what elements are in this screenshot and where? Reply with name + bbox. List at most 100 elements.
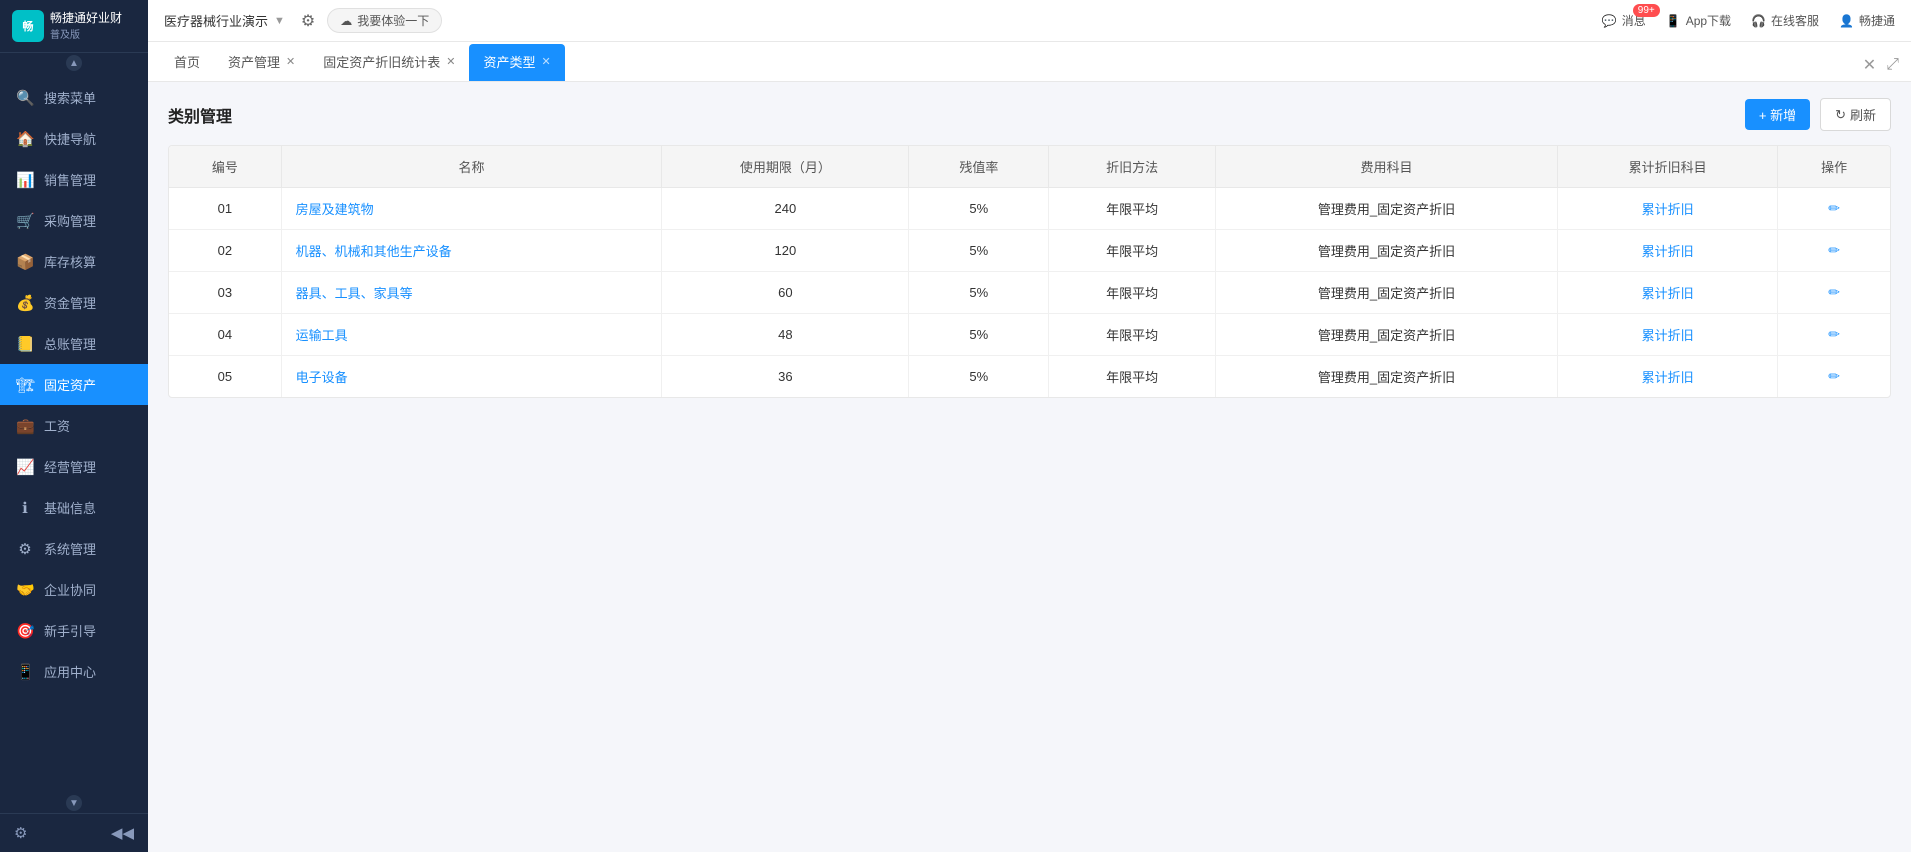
enterprise-label: 企业协同: [44, 580, 96, 599]
cell-name[interactable]: 机器、机械和其他生产设备: [281, 230, 662, 272]
company-dropdown-arrow: ▼: [274, 15, 285, 27]
message-action[interactable]: 💬 消息 99+: [1602, 12, 1646, 29]
cell-operation[interactable]: ✏: [1778, 314, 1890, 356]
trial-button[interactable]: ☁ 我要体验一下: [327, 8, 442, 33]
cell-operation[interactable]: ✏: [1778, 272, 1890, 314]
sidebar-item-system[interactable]: ⚙ 系统管理: [0, 528, 148, 569]
tab-asset-management-close[interactable]: ✕: [286, 55, 295, 68]
settings-footer-icon[interactable]: ⚙: [14, 824, 27, 842]
sidebar-scroll-up[interactable]: ▲: [66, 55, 82, 71]
app-download-action[interactable]: 📱 App下载: [1666, 12, 1731, 29]
operations-icon: 📈: [16, 458, 34, 476]
page-actions: + 新增 ↻ 刷新: [1745, 98, 1891, 131]
app-download-label: App下载: [1686, 12, 1731, 29]
system-icon: ⚙: [16, 540, 34, 558]
cell-code: 02: [169, 230, 281, 272]
cell-residual-rate: 5%: [909, 230, 1049, 272]
app-center-icon: 📱: [16, 663, 34, 681]
cell-operation[interactable]: ✏: [1778, 188, 1890, 230]
sidebar-item-app-center[interactable]: 📱 应用中心: [0, 651, 148, 692]
cell-name[interactable]: 房屋及建筑物: [281, 188, 662, 230]
sidebar-scroll-down[interactable]: ▼: [66, 795, 82, 811]
collapse-sidebar-icon[interactable]: ◀◀: [111, 824, 134, 842]
refresh-button[interactable]: ↻ 刷新: [1820, 98, 1891, 131]
ledger-icon: 📒: [16, 335, 34, 353]
tab-asset-type-close[interactable]: ✕: [542, 55, 551, 68]
cell-name[interactable]: 器具、工具、家具等: [281, 272, 662, 314]
fixed-assets-label: 固定资产: [44, 375, 96, 394]
header-settings-icon[interactable]: ⚙: [301, 11, 315, 31]
tab-expand-icon[interactable]: ⤢: [1886, 56, 1899, 74]
company-selector[interactable]: 医疗器械行业演示 ▼: [164, 11, 285, 30]
tab-depreciation-table[interactable]: 固定资产折旧统计表✕: [309, 44, 469, 81]
table-row: 04运输工具485%年限平均管理费用_固定资产折旧累计折旧✏: [169, 314, 1890, 356]
cell-expense-subject: 管理费用_固定资产折旧: [1216, 230, 1558, 272]
sidebar-item-search[interactable]: 🔍 搜索菜单: [0, 77, 148, 118]
sidebar-item-fixed-assets[interactable]: 🏗 固定资产: [0, 364, 148, 405]
cell-useful-life: 48: [662, 314, 909, 356]
guide-label: 新手引导: [44, 621, 96, 640]
customer-service-action[interactable]: 🎧 在线客服: [1751, 12, 1819, 29]
table-row: 03器具、工具、家具等605%年限平均管理费用_固定资产折旧累计折旧✏: [169, 272, 1890, 314]
sidebar-item-quick-nav[interactable]: 🏠 快捷导航: [0, 118, 148, 159]
basic-info-icon: ℹ: [16, 499, 34, 517]
sidebar-item-purchase[interactable]: 🛒 采购管理: [0, 200, 148, 241]
sidebar-item-enterprise[interactable]: 🤝 企业协同: [0, 569, 148, 610]
customer-service-icon: 🎧: [1751, 14, 1766, 28]
sidebar-item-ledger[interactable]: 📒 总账管理: [0, 323, 148, 364]
customer-service-label: 在线客服: [1771, 12, 1819, 29]
sales-label: 销售管理: [44, 170, 96, 189]
tab-close-window-icon[interactable]: ✕: [1863, 55, 1876, 75]
tab-asset-management[interactable]: 资产管理✕: [214, 44, 309, 81]
purchase-icon: 🛒: [16, 212, 34, 230]
tab-home-label: 首页: [174, 52, 200, 71]
app-name: 畅捷通好业财: [50, 11, 122, 27]
page-header: 类别管理 + 新增 ↻ 刷新: [168, 98, 1891, 131]
sidebar-item-payroll[interactable]: 💼 工资: [0, 405, 148, 446]
cell-operation[interactable]: ✏: [1778, 230, 1890, 272]
inventory-icon: 📦: [16, 253, 34, 271]
cell-depreciation-method: 年限平均: [1049, 272, 1216, 314]
user-action[interactable]: 👤 畅捷通: [1839, 12, 1895, 29]
sidebar-item-guide[interactable]: 🎯 新手引导: [0, 610, 148, 651]
search-icon: 🔍: [16, 89, 34, 107]
cell-expense-subject: 管理费用_固定资产折旧: [1216, 356, 1558, 398]
table-body: 01房屋及建筑物2405%年限平均管理费用_固定资产折旧累计折旧✏02机器、机械…: [169, 188, 1890, 398]
sidebar-logo: 畅 畅捷通好业财 普及版: [0, 0, 148, 53]
table-row: 02机器、机械和其他生产设备1205%年限平均管理费用_固定资产折旧累计折旧✏: [169, 230, 1890, 272]
cell-depreciation-method: 年限平均: [1049, 230, 1216, 272]
message-badge: 99+: [1633, 4, 1660, 17]
logo-icon: 畅: [12, 10, 44, 42]
trial-label: 我要体验一下: [357, 12, 429, 29]
ledger-label: 总账管理: [44, 334, 96, 353]
cell-accumulated-subject: 累计折旧: [1558, 188, 1778, 230]
asset-type-table: 编号名称使用期限（月）残值率折旧方法费用科目累计折旧科目操作 01房屋及建筑物2…: [168, 145, 1891, 398]
sidebar-item-inventory[interactable]: 📦 库存核算: [0, 241, 148, 282]
cell-name[interactable]: 运输工具: [281, 314, 662, 356]
sales-icon: 📊: [16, 171, 34, 189]
tab-bar-actions: ✕ ⤢: [1863, 55, 1899, 81]
cell-accumulated-subject: 累计折旧: [1558, 356, 1778, 398]
sidebar-item-basic-info[interactable]: ℹ 基础信息: [0, 487, 148, 528]
cell-depreciation-method: 年限平均: [1049, 188, 1216, 230]
sidebar-item-sales[interactable]: 📊 销售管理: [0, 159, 148, 200]
sidebar-item-capital[interactable]: 💰 资金管理: [0, 282, 148, 323]
cell-operation[interactable]: ✏: [1778, 356, 1890, 398]
top-header: 医疗器械行业演示 ▼ ⚙ ☁ 我要体验一下 💬 消息 99+ 📱 App下载 🎧…: [148, 0, 1911, 42]
tab-asset-type[interactable]: 资产类型✕: [469, 44, 564, 81]
cell-code: 01: [169, 188, 281, 230]
app-center-label: 应用中心: [44, 662, 96, 681]
new-button[interactable]: + 新增: [1745, 99, 1810, 130]
search-label: 搜索菜单: [44, 88, 96, 107]
tab-home[interactable]: 首页: [160, 44, 214, 81]
cell-useful-life: 240: [662, 188, 909, 230]
tab-depreciation-table-close[interactable]: ✕: [446, 55, 455, 68]
cell-name[interactable]: 电子设备: [281, 356, 662, 398]
operations-label: 经营管理: [44, 457, 96, 476]
cell-useful-life: 120: [662, 230, 909, 272]
col-header-accumulated-subject: 累计折旧科目: [1558, 146, 1778, 188]
sidebar-item-operations[interactable]: 📈 经营管理: [0, 446, 148, 487]
col-header-residual-rate: 残值率: [909, 146, 1049, 188]
col-header-useful-life: 使用期限（月）: [662, 146, 909, 188]
col-header-depreciation-method: 折旧方法: [1049, 146, 1216, 188]
